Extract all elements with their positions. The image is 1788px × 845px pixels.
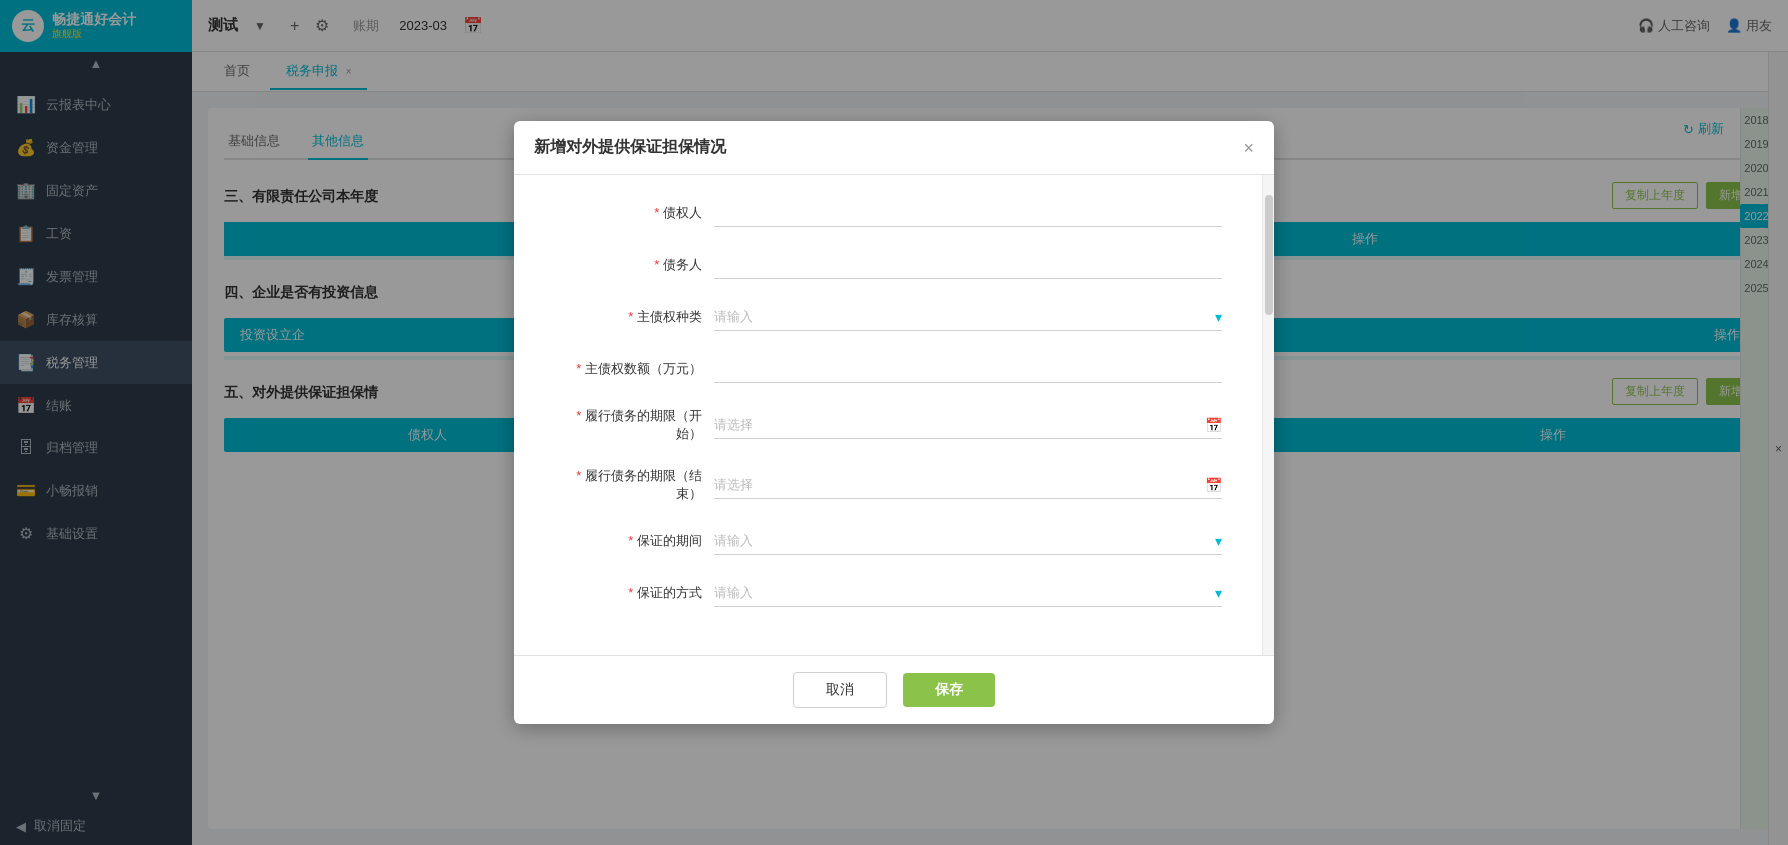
modal-dialog: 新增对外提供保证担保情况 × * 债权人: [514, 121, 1274, 724]
form-field-guarantee-method: ▾: [714, 579, 1222, 607]
modal-footer: 取消 保存: [514, 655, 1274, 724]
form-field-claim-type: ▾: [714, 303, 1222, 331]
guarantee-period-input[interactable]: [714, 527, 1222, 555]
required-mark-3: *: [628, 309, 633, 324]
form-field-creditor: [714, 199, 1222, 227]
period-end-input[interactable]: [714, 471, 1222, 499]
form-row-claim-type: * 主债权种类 ▾: [554, 303, 1222, 331]
form-row-guarantee-period: * 保证的期间 ▾: [554, 527, 1222, 555]
modal-title: 新增对外提供保证担保情况: [534, 137, 726, 158]
claim-amount-input[interactable]: [714, 355, 1222, 383]
form-field-debtor: [714, 251, 1222, 279]
form-row-debtor: * 债务人: [554, 251, 1222, 279]
form-label-claim-type: * 主债权种类: [554, 308, 714, 326]
period-end-calendar-icon[interactable]: 📅: [1205, 477, 1222, 493]
modal-overlay[interactable]: 新增对外提供保证担保情况 × * 债权人: [0, 0, 1788, 845]
form-row-guarantee-method: * 保证的方式 ▾: [554, 579, 1222, 607]
modal-body: * 债权人 * 债务人: [514, 175, 1262, 655]
form-label-creditor: * 债权人: [554, 204, 714, 222]
form-label-period-end: * 履行债务的期限（结束）: [554, 467, 714, 503]
period-start-calendar-icon[interactable]: 📅: [1205, 417, 1222, 433]
claim-type-input[interactable]: [714, 303, 1222, 331]
form-label-period-start: * 履行债务的期限（开始）: [554, 407, 714, 443]
form-label-debtor: * 债务人: [554, 256, 714, 274]
form-row-period-end: * 履行债务的期限（结束） 📅: [554, 467, 1222, 503]
form-label-claim-amount: * 主债权数额（万元）: [554, 360, 714, 378]
required-mark-2: *: [654, 257, 659, 272]
debtor-input[interactable]: [714, 251, 1222, 279]
required-mark-7: *: [628, 533, 633, 548]
required-mark-4: *: [576, 361, 581, 376]
form-row-creditor: * 债权人: [554, 199, 1222, 227]
form-field-period-end: 📅: [714, 471, 1222, 499]
guarantee-method-input[interactable]: [714, 579, 1222, 607]
form-label-guarantee-period: * 保证的期间: [554, 532, 714, 550]
form-field-claim-amount: [714, 355, 1222, 383]
form-field-guarantee-period: ▾: [714, 527, 1222, 555]
form-label-guarantee-method: * 保证的方式: [554, 584, 714, 602]
form-row-period-start: * 履行债务的期限（开始） 📅: [554, 407, 1222, 443]
required-mark-8: *: [628, 585, 633, 600]
modal-scrollbar[interactable]: [1262, 175, 1274, 655]
form-row-claim-amount: * 主债权数额（万元）: [554, 355, 1222, 383]
required-mark-5: *: [576, 408, 581, 423]
save-button[interactable]: 保存: [903, 673, 995, 707]
required-mark: *: [654, 205, 659, 220]
modal-header: 新增对外提供保证担保情况 ×: [514, 121, 1274, 175]
required-mark-6: *: [576, 468, 581, 483]
modal-close-button[interactable]: ×: [1243, 139, 1254, 157]
period-start-input[interactable]: [714, 411, 1222, 439]
creditor-input[interactable]: [714, 199, 1222, 227]
scrollbar-thumb[interactable]: [1265, 195, 1273, 315]
cancel-button[interactable]: 取消: [793, 672, 887, 708]
form-field-period-start: 📅: [714, 411, 1222, 439]
